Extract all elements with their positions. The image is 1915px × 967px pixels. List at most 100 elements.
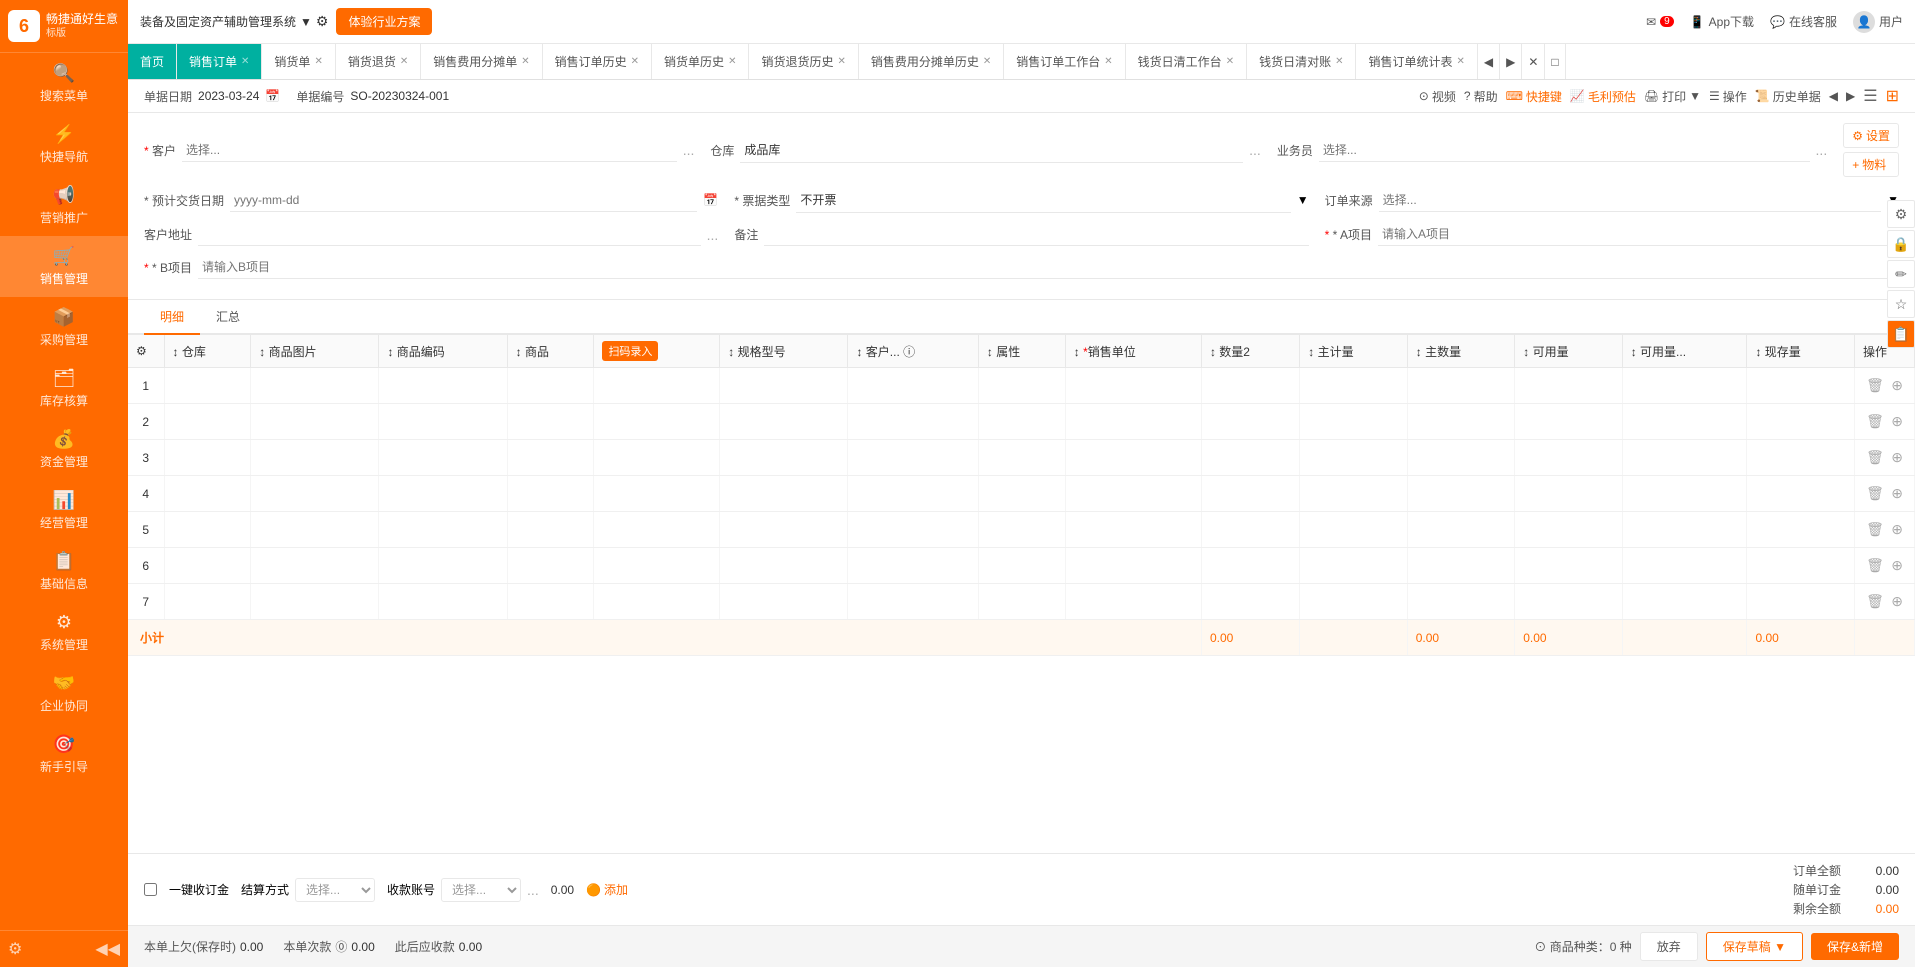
row-product-name-1[interactable] [507, 368, 594, 404]
row-available-2[interactable] [1515, 404, 1622, 440]
calendar-icon[interactable]: 📅 [265, 89, 280, 103]
sidebar-item-enterprise[interactable]: 🤝企业协同 [0, 663, 128, 724]
row-stock-3[interactable] [1747, 440, 1855, 476]
row-product-image-5[interactable] [251, 512, 379, 548]
tab-close-sales-expense[interactable]: ✕ [521, 56, 529, 67]
message-action[interactable]: ✉ 9 [1646, 15, 1674, 29]
delete-icon-2[interactable]: 🗑 [1866, 413, 1884, 429]
address-dots[interactable]: ... [707, 227, 719, 243]
row-customer-code-1[interactable] [848, 368, 978, 404]
sidebar-item-inventory[interactable]: 🗂库存核算 [0, 358, 128, 419]
row-product-code-7[interactable] [379, 584, 507, 620]
customer-input[interactable] [182, 139, 677, 162]
collapse-icon[interactable]: ◀◀ [95, 939, 120, 959]
tab-close-sales-order-workbench[interactable]: ✕ [1104, 56, 1112, 67]
tab-close-cash-daily-clear[interactable]: ✕ [1226, 56, 1234, 67]
row-sales-unit-5[interactable] [1065, 512, 1201, 548]
row-available-4[interactable] [1515, 476, 1622, 512]
row-spec-4[interactable] [720, 476, 848, 512]
copy-icon-5[interactable]: ⊕ [1891, 521, 1903, 537]
copy-icon-3[interactable]: ⊕ [1891, 449, 1903, 465]
row-qty2-1[interactable] [1201, 368, 1299, 404]
row-product-image-1[interactable] [251, 368, 379, 404]
row-main-unit-1[interactable] [1300, 368, 1407, 404]
tab-prev[interactable]: ◀ [1478, 44, 1500, 80]
shortcut-action[interactable]: ⌨ 快捷键 [1506, 88, 1562, 105]
row-main-unit-7[interactable] [1300, 584, 1407, 620]
row-product-code-6[interactable] [379, 548, 507, 584]
online-service-action[interactable]: 💬 在线客服 [1770, 13, 1837, 30]
sidebar-item-guide[interactable]: 🎯新手引导 [0, 724, 128, 785]
invoice-dropdown-icon[interactable]: ▼ [1297, 193, 1309, 207]
tab-close-sales-stats[interactable]: ✕ [1457, 56, 1465, 67]
row-attributes-5[interactable] [978, 512, 1065, 548]
row-attributes-1[interactable] [978, 368, 1065, 404]
tab-sales-refund-history[interactable]: 销货退货历史✕ [749, 44, 858, 80]
tab-next[interactable]: ▶ [1500, 44, 1522, 80]
list-view-icon[interactable]: ☰ [1863, 86, 1877, 106]
row-stock-7[interactable] [1747, 584, 1855, 620]
tab-close-sales-refund-history[interactable]: ✕ [837, 56, 845, 67]
row-product-code-3[interactable] [379, 440, 507, 476]
row-spec-1[interactable] [720, 368, 848, 404]
row-scan-1[interactable] [594, 368, 720, 404]
row-available-more-7[interactable] [1622, 584, 1747, 620]
row-product-name-4[interactable] [507, 476, 594, 512]
row-customer-code-2[interactable] [848, 404, 978, 440]
tab-sales-order[interactable]: 销售订单✕ [177, 44, 262, 80]
order-source-input[interactable] [1379, 189, 1881, 212]
row-available-more-2[interactable] [1622, 404, 1747, 440]
b-project-input[interactable] [198, 256, 1899, 279]
warehouse-dots[interactable]: ... [1249, 142, 1261, 158]
settings-btn[interactable]: ⚙ 设置 [1843, 123, 1899, 148]
row-product-name-3[interactable] [507, 440, 594, 476]
operation-action[interactable]: ☰ 操作 [1709, 88, 1747, 105]
row-sales-unit-4[interactable] [1065, 476, 1201, 512]
profit-action[interactable]: 📈 毛利预估 [1570, 88, 1636, 105]
row-available-more-5[interactable] [1622, 512, 1747, 548]
sidebar-item-finance[interactable]: 💰资金管理 [0, 419, 128, 480]
row-spec-5[interactable] [720, 512, 848, 548]
row-sales-unit-2[interactable] [1065, 404, 1201, 440]
row-product-image-6[interactable] [251, 548, 379, 584]
row-available-3[interactable] [1515, 440, 1622, 476]
row-warehouse-7[interactable] [164, 584, 251, 620]
row-product-code-4[interactable] [379, 476, 507, 512]
row-sales-unit-6[interactable] [1065, 548, 1201, 584]
right-icon-0[interactable]: ⚙ [1887, 200, 1915, 228]
copy-icon-2[interactable]: ⊕ [1891, 413, 1903, 429]
col-settings[interactable]: ⚙ [128, 335, 164, 368]
row-available-5[interactable] [1515, 512, 1622, 548]
tab-close-sales-order[interactable]: ✕ [241, 56, 249, 67]
row-product-name-6[interactable] [507, 548, 594, 584]
row-attributes-7[interactable] [978, 584, 1065, 620]
save-new-button[interactable]: 保存&新增 [1811, 933, 1899, 960]
tab-cash-reconcile[interactable]: 钱货日清对账✕ [1247, 44, 1356, 80]
row-main-qty-4[interactable] [1407, 476, 1514, 512]
row-product-name-5[interactable] [507, 512, 594, 548]
row-sales-unit-1[interactable] [1065, 368, 1201, 404]
row-qty2-6[interactable] [1201, 548, 1299, 584]
scan-btn[interactable]: 扫码录入 [602, 341, 658, 361]
tab-sales-return-history[interactable]: 销货单历史✕ [652, 44, 749, 80]
row-main-qty-7[interactable] [1407, 584, 1514, 620]
sidebar-item-purchase[interactable]: 📦采购管理 [0, 297, 128, 358]
row-available-6[interactable] [1515, 548, 1622, 584]
row-main-qty-3[interactable] [1407, 440, 1514, 476]
sidebar-item-sales[interactable]: 🛒销售管理 [0, 236, 128, 297]
row-attributes-3[interactable] [978, 440, 1065, 476]
row-product-name-2[interactable] [507, 404, 594, 440]
sidebar-item-base-info[interactable]: 📋基础信息 [0, 541, 128, 602]
row-scan-7[interactable] [594, 584, 720, 620]
discard-button[interactable]: 放弃 [1640, 932, 1698, 961]
view-action[interactable]: ⊙ 视频 [1419, 88, 1456, 105]
row-scan-2[interactable] [594, 404, 720, 440]
tab-close-all[interactable]: ✕ [1522, 44, 1545, 80]
delete-icon-3[interactable]: 🗑 [1866, 449, 1884, 465]
row-scan-5[interactable] [594, 512, 720, 548]
row-product-image-2[interactable] [251, 404, 379, 440]
row-attributes-2[interactable] [978, 404, 1065, 440]
delete-icon-6[interactable]: 🗑 [1866, 557, 1884, 573]
row-spec-6[interactable] [720, 548, 848, 584]
row-customer-code-5[interactable] [848, 512, 978, 548]
